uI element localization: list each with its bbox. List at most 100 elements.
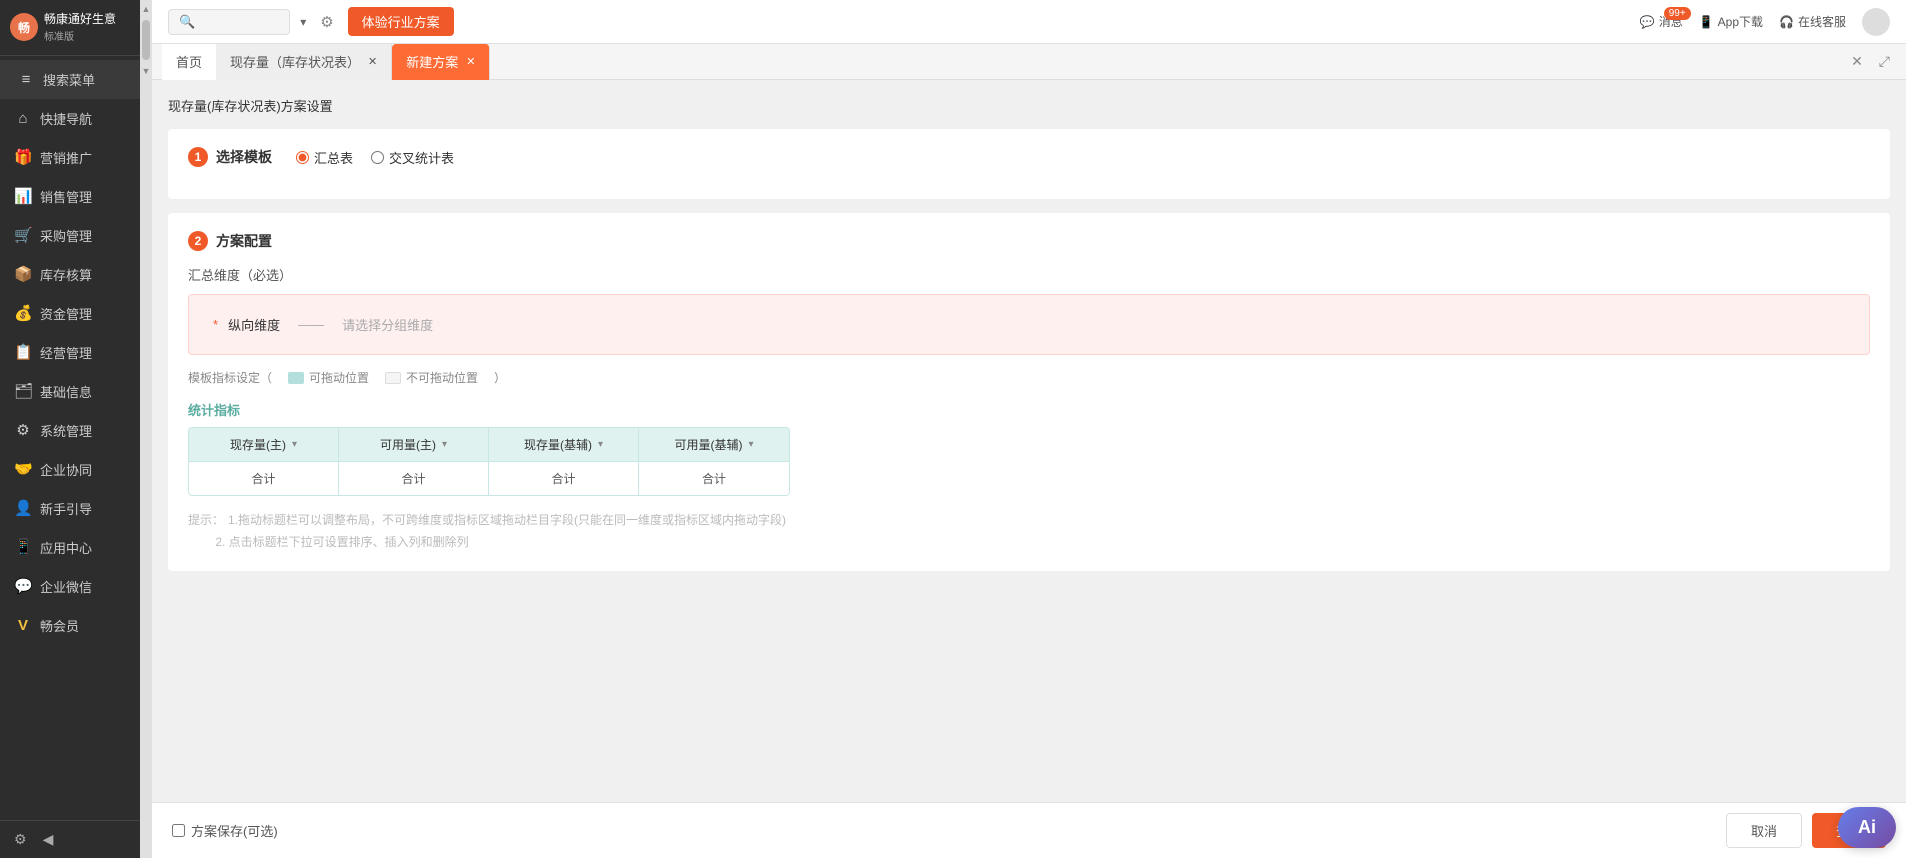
required-marker: * (213, 317, 218, 332)
legend-fixed-label: 不可拖动位置 (406, 369, 478, 386)
indicator-settings-prefix: 模板指标设定（ (188, 369, 272, 386)
indicator-legend: 模板指标设定（ 可拖动位置 不可拖动位置 ） (188, 369, 1870, 386)
search-input[interactable] (199, 15, 279, 29)
sidebar-item-operations[interactable]: 📋 经营管理 (0, 333, 140, 372)
save-checkbox[interactable] (172, 824, 185, 837)
hint-1: 提示： 1.拖动标题栏可以调整布局，不可跨维度或指标区域拖动栏目字段(只能在同一… (188, 510, 1870, 532)
mobile-icon: 📱 (14, 538, 32, 556)
tabbar: 首页 现存量（库存状况表） ✕ 新建方案 ✕ ✕ ⤢ (152, 44, 1906, 80)
app-download-button[interactable]: 📱 App下载 (1699, 13, 1763, 30)
phone-icon: 📱 (1699, 15, 1714, 29)
user-avatar[interactable] (1862, 8, 1890, 36)
dimension-placeholder: 请选择分组维度 (342, 315, 433, 334)
sidebar-toggle-button[interactable]: ◀ (43, 831, 54, 848)
indicator-col-3[interactable]: 现存量(基辅) ▾ (489, 428, 639, 461)
section2-header: 2 方案配置 (188, 231, 1870, 251)
indicator-data-row: 合计 合计 合计 合计 (189, 461, 789, 495)
sidebar-item-newbie[interactable]: 👤 新手引导 (0, 489, 140, 528)
hint-section: 提示： 1.拖动标题栏可以调整布局，不可跨维度或指标区域拖动栏目字段(只能在同一… (188, 510, 1870, 553)
sidebar-item-search[interactable]: ≡ 搜索菜单 (0, 60, 140, 99)
tab-close-new-plan[interactable]: ✕ (466, 55, 475, 68)
sidebar-settings-button[interactable]: ⚙ (14, 831, 27, 848)
tab-expand-button[interactable]: ⤢ (1873, 51, 1896, 72)
gift-icon: 🎁 (14, 148, 32, 166)
sidebar-logo: 畅 畅康通好生意 标准版 (0, 0, 140, 56)
scroll-down-button[interactable]: ▼ (140, 64, 153, 78)
sidebar-item-inventory[interactable]: 📦 库存核算 (0, 255, 140, 294)
home-icon: ⌂ (14, 110, 32, 127)
tab-new-plan[interactable]: 新建方案 ✕ (392, 44, 490, 80)
sidebar-nav: ≡ 搜索菜单 ⌂ 快捷导航 🎁 营销推广 📊 销售管理 🛒 采购管理 📦 库存核… (0, 56, 140, 820)
section2-number: 2 (188, 231, 208, 251)
dimension-subtitle: 汇总维度（必选） (188, 265, 1870, 284)
dimension-box[interactable]: * 纵向维度 —— 请选择分组维度 (188, 294, 1870, 355)
message-badge: 99+ (1664, 7, 1691, 20)
topbar-right: 💬 消息 99+ 📱 App下载 🎧 在线客服 (1640, 8, 1890, 36)
cancel-button[interactable]: 取消 (1726, 813, 1802, 848)
template-radio-group: 汇总表 交叉统计表 (296, 148, 454, 167)
scroll-up-button[interactable]: ▲ (140, 2, 153, 16)
chat-icon: 💬 (14, 577, 32, 595)
legend-draggable-box (288, 372, 304, 384)
col3-chevron[interactable]: ▾ (598, 439, 603, 450)
scroll-thumb[interactable] (142, 20, 150, 60)
sidebar-item-member[interactable]: V 畅会员 (0, 606, 140, 645)
cart-icon: 🛒 (14, 226, 32, 244)
radio-summary[interactable]: 汇总表 (296, 148, 353, 167)
sidebar-scrollbar[interactable]: ▲ ▼ (140, 0, 152, 858)
section1-number: 1 (188, 147, 208, 167)
sidebar-item-system[interactable]: ⚙ 系统管理 (0, 411, 140, 450)
topbar-dropdown-button[interactable]: ▾ (300, 15, 306, 29)
tab-close-inventory[interactable]: ✕ (368, 55, 377, 68)
trial-button[interactable]: 体验行业方案 (348, 7, 454, 36)
col1-chevron[interactable]: ▾ (292, 439, 297, 450)
section1-header: 1 选择模板 汇总表 交叉统计表 (188, 147, 1870, 167)
main-area: 🔍 ▾ ⚙ 体验行业方案 💬 消息 99+ 📱 App下载 🎧 在线客服 (152, 0, 1906, 858)
folder-icon: 🗂 (14, 382, 32, 400)
section1-card: 1 选择模板 汇总表 交叉统计表 (168, 129, 1890, 199)
hint-text: 提示： 1.拖动标题栏可以调整布局，不可跨维度或指标区域拖动栏目字段(只能在同一… (188, 510, 1870, 553)
sidebar-item-marketing[interactable]: 🎁 营销推广 (0, 138, 140, 177)
topbar-gear-icon[interactable]: ⚙ (320, 13, 333, 31)
tab-inventory-status[interactable]: 现存量（库存状况表） ✕ (216, 44, 392, 80)
sidebar: 畅 畅康通好生意 标准版 ≡ 搜索菜单 ⌂ 快捷导航 🎁 营销推广 📊 销售管理… (0, 0, 140, 858)
customer-service-button[interactable]: 🎧 在线客服 (1779, 13, 1846, 30)
col2-chevron[interactable]: ▾ (442, 439, 447, 450)
radio-cross[interactable]: 交叉统计表 (371, 148, 454, 167)
section2-title: 方案配置 (216, 231, 272, 251)
search-menu-icon: ≡ (17, 71, 35, 88)
indicator-col-2[interactable]: 可用量(主) ▾ (339, 428, 489, 461)
gear-icon: ⚙ (14, 421, 32, 439)
headset-icon: 🎧 (1779, 15, 1794, 29)
sidebar-item-purchase[interactable]: 🛒 采购管理 (0, 216, 140, 255)
indicator-settings-suffix: ） (494, 369, 506, 386)
hint-2: 2. 点击标题栏下拉可设置排序、插入列和删除列 (188, 532, 1870, 554)
person-icon: 👤 (14, 499, 32, 517)
cell-3: 合计 (489, 462, 639, 495)
save-checkbox-label[interactable]: 方案保存(可选) (172, 821, 278, 840)
sidebar-item-quick-nav[interactable]: ⌂ 快捷导航 (0, 99, 140, 138)
topbar-search-box[interactable]: 🔍 (168, 9, 290, 35)
app-logo-text: 畅康通好生意 标准版 (44, 12, 116, 43)
message-button[interactable]: 💬 消息 99+ (1640, 13, 1683, 30)
tab-home[interactable]: 首页 (162, 44, 216, 80)
sidebar-item-basic-info[interactable]: 🗂 基础信息 (0, 372, 140, 411)
cell-1: 合计 (189, 462, 339, 495)
sidebar-item-wechat[interactable]: 💬 企业微信 (0, 567, 140, 606)
ai-fab-button[interactable]: Ai (1838, 807, 1896, 848)
indicator-header-row: 现存量(主) ▾ 可用量(主) ▾ 现存量(基辅) ▾ 可用量(基辅) (189, 428, 789, 461)
indicator-col-4[interactable]: 可用量(基辅) ▾ (639, 428, 789, 461)
dimension-divider: —— (298, 317, 324, 332)
content-area: 现存量(库存状况表)方案设置 1 选择模板 汇总表 交叉统计表 (152, 80, 1906, 802)
sidebar-item-finance[interactable]: 💰 资金管理 (0, 294, 140, 333)
indicator-col-1[interactable]: 现存量(主) ▾ (189, 428, 339, 461)
col4-chevron[interactable]: ▾ (748, 439, 753, 450)
stats-title: 统计指标 (188, 400, 1870, 419)
tab-close-all-button[interactable]: ✕ (1845, 51, 1869, 72)
sidebar-item-app-center[interactable]: 📱 应用中心 (0, 528, 140, 567)
sidebar-footer: ⚙ ◀ (0, 820, 140, 858)
indicator-table: 现存量(主) ▾ 可用量(主) ▾ 现存量(基辅) ▾ 可用量(基辅) (188, 427, 790, 496)
money-icon: 💰 (14, 304, 32, 322)
sidebar-item-enterprise[interactable]: 🤝 企业协同 (0, 450, 140, 489)
sidebar-item-sales[interactable]: 📊 销售管理 (0, 177, 140, 216)
